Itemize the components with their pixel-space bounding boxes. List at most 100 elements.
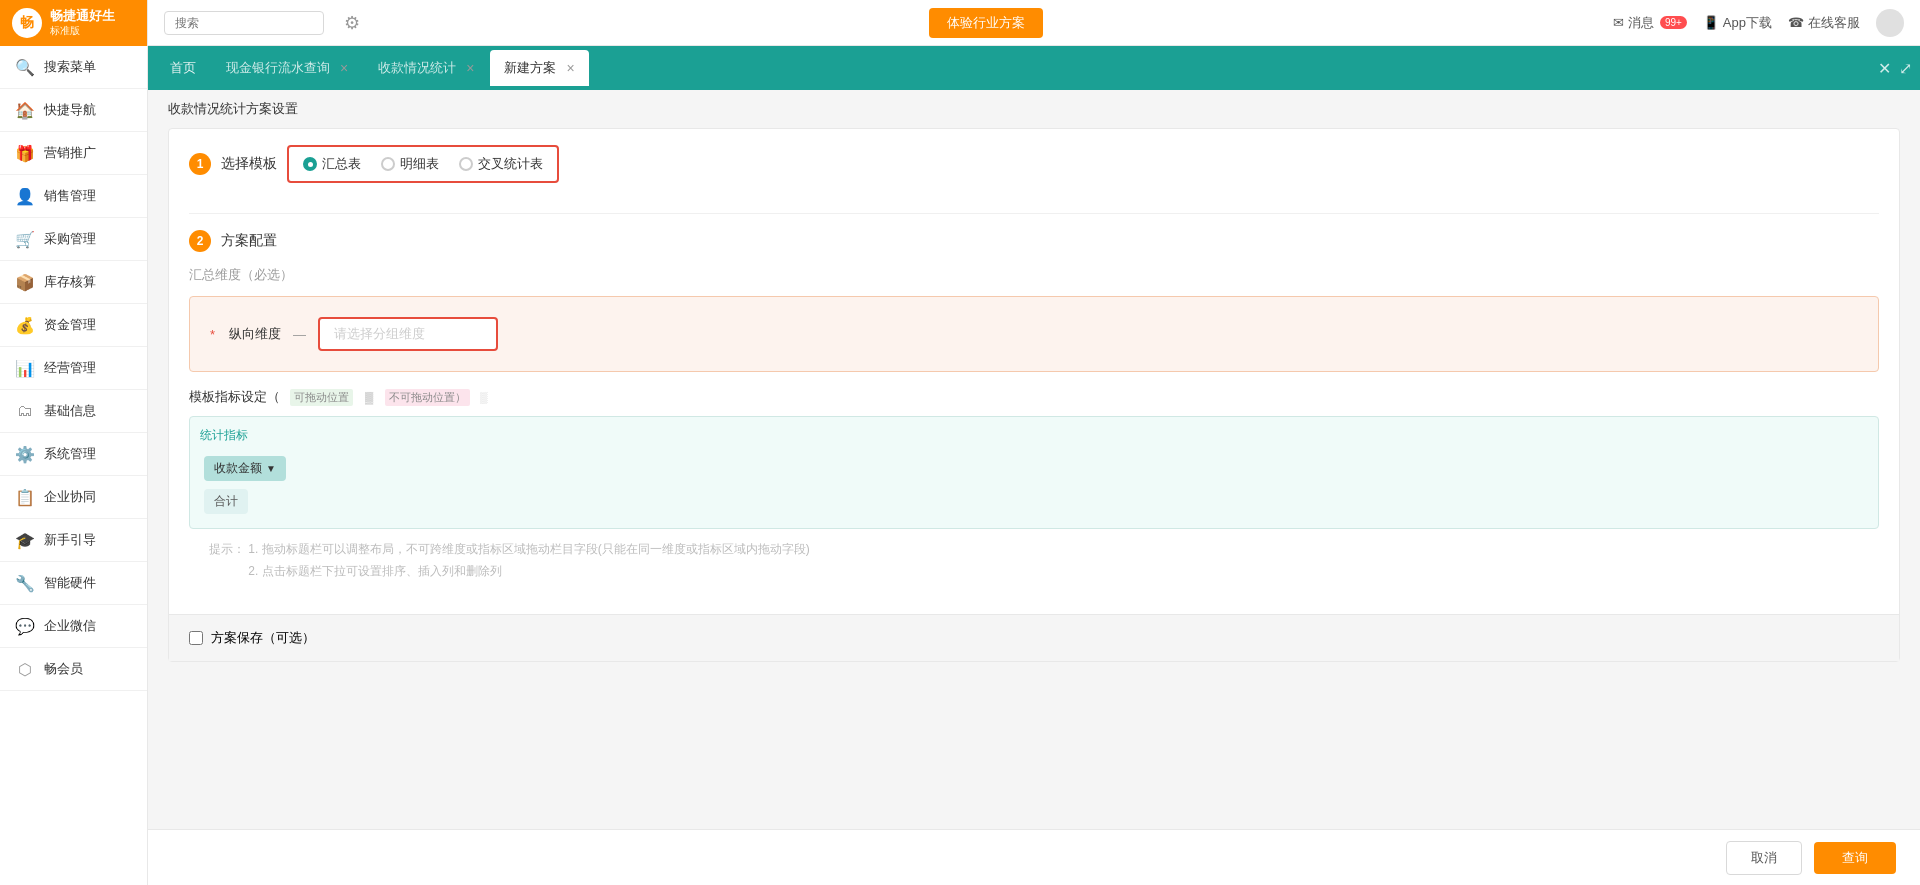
tip-2: 2. 点击标题栏下拉可设置排序、插入列和删除列 [209,561,1859,583]
page-title: 收款情况统计方案设置 [148,90,1920,128]
metric-main-tag[interactable]: 收款金额 ▼ [204,456,286,481]
download-label: App下载 [1723,14,1772,32]
gear-icon: ⚙️ [16,445,34,463]
tab-new-plan-label: 新建方案 [504,59,556,77]
logo-icon: 畅 [12,8,42,38]
sidebar-item-member[interactable]: ⬡ 畅会员 [0,648,147,691]
movable-tag: 可拖动位置 [290,389,353,406]
message-badge: 99+ [1660,16,1687,29]
arrow-indicator: — [293,327,306,342]
member-icon: ⬡ [16,660,34,678]
sidebar-item-finance[interactable]: 💰 资金管理 [0,304,147,347]
metrics-label-prefix: 模板指标设定（ [189,388,280,406]
sidebar-item-label: 库存核算 [44,273,96,291]
tab-new-plan[interactable]: 新建方案 × [490,50,588,86]
step2-title: 方案配置 [221,232,277,250]
chart-icon: 📊 [16,359,34,377]
tab-receipt[interactable]: 收款情况统计 × [364,50,488,86]
sidebar-item-label: 搜索菜单 [44,58,96,76]
metrics-container: 统计指标 收款金额 ▼ 合计 [189,416,1879,529]
sidebar-item-guide[interactable]: 🎓 新手引导 [0,519,147,562]
avatar[interactable] [1876,9,1904,37]
sidebar-item-collab[interactable]: 📋 企业协同 [0,476,147,519]
sidebar-item-label: 企业微信 [44,617,96,635]
sidebar: 畅 畅捷通好生 标准版 🔍 搜索菜单 🏠 快捷导航 🎁 营销推广 👤 销售管理 … [0,0,148,885]
query-button[interactable]: 查询 [1814,842,1896,874]
sidebar-item-label: 基础信息 [44,402,96,420]
radio-summary-circle [303,157,317,171]
tab-home[interactable]: 首页 [156,50,210,86]
radio-summary[interactable]: 汇总表 [303,155,361,173]
settings-icon[interactable]: ⚙ [344,12,360,34]
message-btn[interactable]: ✉ 消息 99+ [1613,14,1687,32]
dimension-area: * 纵向维度 — 请选择分组维度 [189,296,1879,372]
maximize-icon[interactable]: ⤢ [1899,59,1912,78]
tab-receipt-close[interactable]: × [466,60,474,76]
box-icon: 📦 [16,273,34,291]
step1-section: 1 选择模板 汇总表 明细表 交叉统计表 [169,129,1899,213]
logo-text: 畅捷通好生 [50,8,115,24]
metrics-tags: 收款金额 ▼ 合计 [200,452,1868,518]
radio-cross[interactable]: 交叉统计表 [459,155,543,173]
sidebar-item-system[interactable]: ⚙️ 系统管理 [0,433,147,476]
save-section: 方案保存（可选） [169,614,1899,661]
tab-bank-close[interactable]: × [340,60,348,76]
required-indicator: * [210,327,215,342]
sidebar-item-nav[interactable]: 🏠 快捷导航 [0,89,147,132]
sidebar-item-sales[interactable]: 👤 销售管理 [0,175,147,218]
metric-sub-tag[interactable]: 合计 [204,489,248,514]
dropdown-icon: ▼ [266,463,276,474]
sidebar-item-management[interactable]: 📊 经营管理 [0,347,147,390]
step2-section: 2 方案配置 汇总维度（必选） * 纵向维度 — 请选择分组维度 [169,214,1899,614]
step2-badge: 2 [189,230,211,252]
template-radio-group: 汇总表 明细表 交叉统计表 [287,145,559,183]
sidebar-item-label: 营销推广 [44,144,96,162]
sidebar-item-inventory[interactable]: 📦 库存核算 [0,261,147,304]
sidebar-item-label: 系统管理 [44,445,96,463]
sidebar-item-label: 资金管理 [44,316,96,334]
sidebar-item-label: 经营管理 [44,359,96,377]
topbar: ⚙ 体验行业方案 ✉ 消息 99+ 📱 App下载 ☎ 在线客服 [148,0,1920,46]
stats-title: 统计指标 [200,427,1868,444]
tabbar-actions: ✕ ⤢ [1878,59,1912,78]
tab-new-plan-close[interactable]: × [566,60,574,76]
service-btn[interactable]: ☎ 在线客服 [1788,14,1860,32]
download-icon: 📱 [1703,15,1719,30]
tab-bank[interactable]: 现金银行流水查询 × [212,50,362,86]
save-checkbox[interactable] [189,631,203,645]
sidebar-item-marketing[interactable]: 🎁 营销推广 [0,132,147,175]
sidebar-item-label: 采购管理 [44,230,96,248]
download-btn[interactable]: 📱 App下载 [1703,14,1772,32]
trial-button[interactable]: 体验行业方案 [929,8,1043,38]
metrics-indicator: ▒ [480,391,488,403]
radio-detail-label: 明细表 [400,155,439,173]
service-icon: ☎ [1788,15,1804,30]
dimension-select[interactable]: 请选择分组维度 [318,317,498,351]
sidebar-item-label: 销售管理 [44,187,96,205]
search-input[interactable] [164,11,324,35]
sidebar-item-purchase[interactable]: 🛒 采购管理 [0,218,147,261]
metrics-label: 模板指标设定（ 可拖动位置 ▓ 不可拖动位置） ▒ [189,388,1879,406]
sidebar-item-hardware[interactable]: 🔧 智能硬件 [0,562,147,605]
topbar-right: ✉ 消息 99+ 📱 App下载 ☎ 在线客服 [1613,9,1904,37]
sidebar-item-basic[interactable]: 🗂 基础信息 [0,390,147,433]
radio-detail[interactable]: 明细表 [381,155,439,173]
sidebar-item-wechat[interactable]: 💬 企业微信 [0,605,147,648]
dimension-label-text: 汇总维度（必选） [189,267,293,282]
search-icon: 🔍 [16,58,34,76]
message-label: 消息 [1628,14,1654,32]
tab-receipt-label: 收款情况统计 [378,59,456,77]
sidebar-logo: 畅 畅捷通好生 标准版 [0,0,147,46]
vertical-dimension-label: 纵向维度 [229,325,281,343]
sidebar-item-label: 智能硬件 [44,574,96,592]
sidebar-item-search[interactable]: 🔍 搜索菜单 [0,46,147,89]
sidebar-item-label: 新手引导 [44,531,96,549]
close-window-icon[interactable]: ✕ [1878,59,1891,78]
cancel-button[interactable]: 取消 [1726,841,1802,875]
save-label: 方案保存（可选） [211,629,315,647]
dimension-placeholder: 请选择分组维度 [334,325,425,343]
guide-icon: 🎓 [16,531,34,549]
money-icon: 💰 [16,316,34,334]
logo-sub: 标准版 [50,24,115,38]
tab-bank-label: 现金银行流水查询 [226,59,330,77]
